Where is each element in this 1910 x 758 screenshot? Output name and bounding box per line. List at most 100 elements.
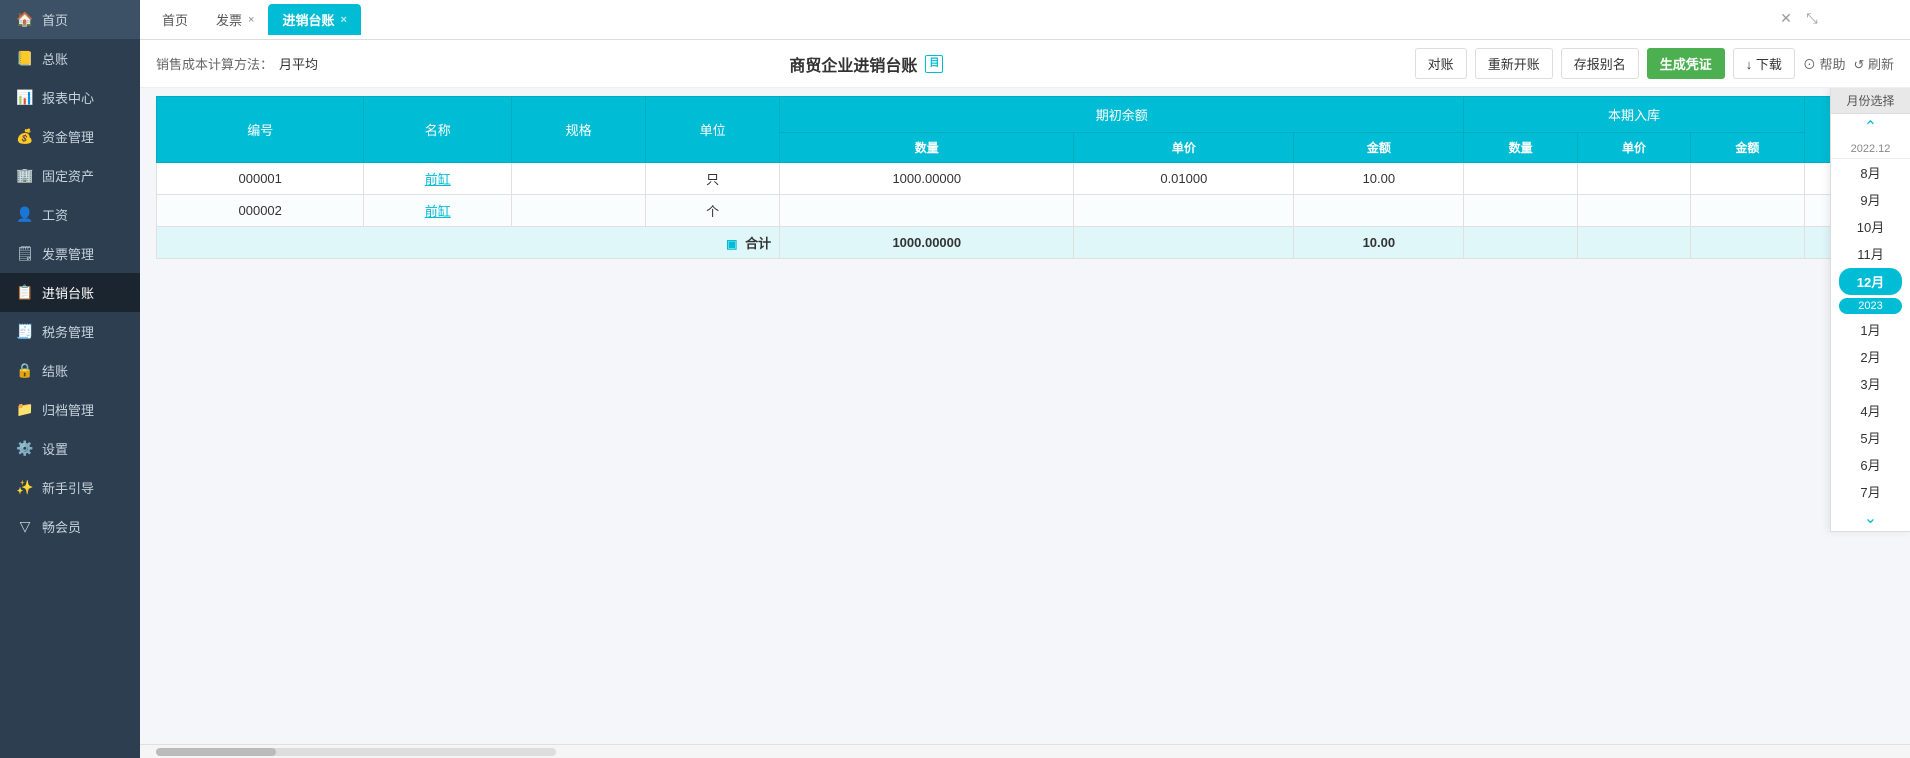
month-3[interactable]: 3月 [1831, 370, 1910, 397]
row1-open-qty: 1000.00000 [780, 163, 1074, 195]
table-row: 000001 前缸 只 1000.00000 0.01000 10.00 [157, 163, 1894, 195]
row2-unit: 个 [646, 195, 780, 227]
row2-open-qty [780, 195, 1074, 227]
month-scroll-down[interactable]: ⌄ [1831, 505, 1910, 531]
toolbar-right: 对账 重新开账 存报别名 生成凭证 ↓ 下载 ⊙ 帮助 ↺ 刷新 [1415, 48, 1894, 79]
month-1[interactable]: 1月 [1831, 316, 1910, 343]
assets-icon: 🏢 [16, 167, 34, 184]
month-7[interactable]: 7月 [1831, 478, 1910, 505]
tab-home[interactable]: 首页 [148, 4, 202, 35]
sidebar-item-assets[interactable]: 🏢 固定资产 [0, 156, 140, 195]
sidebar-item-label: 发票管理 [42, 244, 94, 263]
sidebar-item-member[interactable]: ▽ 畅会员 [0, 507, 140, 546]
sidebar-item-label: 结账 [42, 361, 68, 380]
sidebar-item-label: 工资 [42, 205, 68, 224]
sidebar-item-archive[interactable]: 📁 归档管理 [0, 390, 140, 429]
year-2023-label: 2023 [1839, 298, 1902, 314]
sidebar-item-label: 资金管理 [42, 127, 94, 146]
sidebar-item-payroll[interactable]: 👤 工资 [0, 195, 140, 234]
row1-unit: 只 [646, 163, 780, 195]
col-header-unit: 单位 [646, 97, 780, 163]
col-header-name: 名称 [364, 97, 512, 163]
download-button[interactable]: ↓ 下载 [1733, 48, 1795, 79]
tab-invoice-label: 发票 [216, 10, 242, 29]
month-4[interactable]: 4月 [1831, 397, 1910, 424]
info-icon[interactable]: 目 [925, 55, 943, 73]
month-scroll-up[interactable]: ⌃ [1831, 114, 1910, 140]
col-header-in-amount: 金额 [1691, 133, 1804, 163]
sidebar-item-invoice-mgmt[interactable]: 🗒 发票管理 [0, 234, 140, 273]
expand-window-button[interactable]: ⤡ [1802, 8, 1822, 28]
total-in-amount [1691, 227, 1804, 259]
sidebar-item-closing[interactable]: 🔒 结账 [0, 351, 140, 390]
scroll-thumb[interactable] [156, 748, 276, 756]
month-12[interactable]: 12月 [1839, 268, 1902, 295]
ledger-icon: 📒 [16, 50, 34, 67]
total-in-price [1577, 227, 1690, 259]
sidebar-item-ledger[interactable]: 📒 总账 [0, 39, 140, 78]
sidebar-item-purchase-sales[interactable]: 📋 进销台账 [0, 273, 140, 312]
sidebar-item-label: 首页 [42, 10, 68, 29]
scroll-area [140, 744, 1910, 758]
page-title-area: 商贸企业进销台账 目 [789, 52, 943, 76]
close-window-button[interactable]: ✕ [1776, 8, 1796, 28]
tax-icon: 🧾 [16, 323, 34, 340]
table-area: 编号 名称 规格 单位 期初余额 本期入库 数 数量 单价 金额 数量 单价 [140, 88, 1910, 744]
row2-name[interactable]: 前缸 [364, 195, 512, 227]
row1-spec [512, 163, 646, 195]
col-header-in-qty: 数量 [1464, 133, 1577, 163]
col-header-open-amount: 金额 [1294, 133, 1464, 163]
total-open-price [1074, 227, 1294, 259]
total-open-qty: 1000.00000 [780, 227, 1074, 259]
sidebar-item-guide[interactable]: ✨ 新手引导 [0, 468, 140, 507]
row1-in-amount [1691, 163, 1804, 195]
main-table: 编号 名称 规格 单位 期初余额 本期入库 数 数量 单价 金额 数量 单价 [156, 96, 1894, 259]
scroll-track[interactable] [156, 748, 556, 756]
month-10[interactable]: 10月 [1831, 213, 1910, 240]
closing-icon: 🔒 [16, 362, 34, 379]
col-header-open-balance: 期初余额 [780, 97, 1464, 133]
reopen-button[interactable]: 重新开账 [1475, 48, 1553, 79]
month-8[interactable]: 8月 [1831, 159, 1910, 186]
row1-name[interactable]: 前缸 [364, 163, 512, 195]
row2-in-amount [1691, 195, 1804, 227]
month-6[interactable]: 6月 [1831, 451, 1910, 478]
row2-in-price [1577, 195, 1690, 227]
tab-bar: 首页 发票 × 进销台账 × [140, 0, 1910, 40]
toolbar-area: 销售成本计算方法： 月平均 商贸企业进销台账 目 对账 重新开账 存报别名 生成… [140, 40, 1910, 88]
sidebar-item-reports[interactable]: 📊 报表中心 [0, 78, 140, 117]
save-alias-button[interactable]: 存报别名 [1561, 48, 1639, 79]
main-area: ✕ ⤡ 首页 发票 × 进销台账 × 销售成本计算方法： 月平均 商贸企业进销台… [140, 0, 1910, 758]
sidebar-item-label: 新手引导 [42, 478, 94, 497]
month-5[interactable]: 5月 [1831, 424, 1910, 451]
tab-invoice-close[interactable]: × [248, 14, 254, 26]
sidebar-item-label: 归档管理 [42, 400, 94, 419]
sidebar-item-tax[interactable]: 🧾 税务管理 [0, 312, 140, 351]
payroll-icon: 👤 [16, 206, 34, 223]
tab-purchase-sales-close[interactable]: × [340, 14, 346, 26]
total-label: ▣ 合计 [157, 227, 780, 259]
sidebar-item-home[interactable]: 🏠 首页 [0, 0, 140, 39]
cost-method-label: 销售成本计算方法： [156, 54, 273, 73]
sidebar: 🏠 首页 📒 总账 📊 报表中心 💰 资金管理 🏢 固定资产 👤 工资 🗒 发票… [0, 0, 140, 758]
month-9[interactable]: 9月 [1831, 186, 1910, 213]
help-button[interactable]: ⊙ 帮助 [1803, 54, 1846, 73]
purchase-sales-icon: 📋 [16, 284, 34, 301]
tab-purchase-sales[interactable]: 进销台账 × [268, 4, 360, 35]
sidebar-item-settings[interactable]: ⚙️ 设置 [0, 429, 140, 468]
content-area: 销售成本计算方法： 月平均 商贸企业进销台账 目 对账 重新开账 存报别名 生成… [140, 40, 1910, 758]
tab-invoice[interactable]: 发票 × [202, 4, 268, 35]
home-icon: 🏠 [16, 11, 34, 28]
col-header-spec: 规格 [512, 97, 646, 163]
generate-voucher-button[interactable]: 生成凭证 [1647, 48, 1725, 79]
match-button[interactable]: 对账 [1415, 48, 1467, 79]
sidebar-item-label: 畅会员 [42, 517, 81, 536]
cost-method-value: 月平均 [279, 54, 318, 73]
col-header-in-period: 本期入库 [1464, 97, 1804, 133]
month-11[interactable]: 11月 [1831, 240, 1910, 267]
col-header-open-price: 单价 [1074, 133, 1294, 163]
sidebar-item-finance[interactable]: 💰 资金管理 [0, 117, 140, 156]
row2-spec [512, 195, 646, 227]
month-2[interactable]: 2月 [1831, 343, 1910, 370]
refresh-button[interactable]: ↺ 刷新 [1853, 54, 1894, 73]
